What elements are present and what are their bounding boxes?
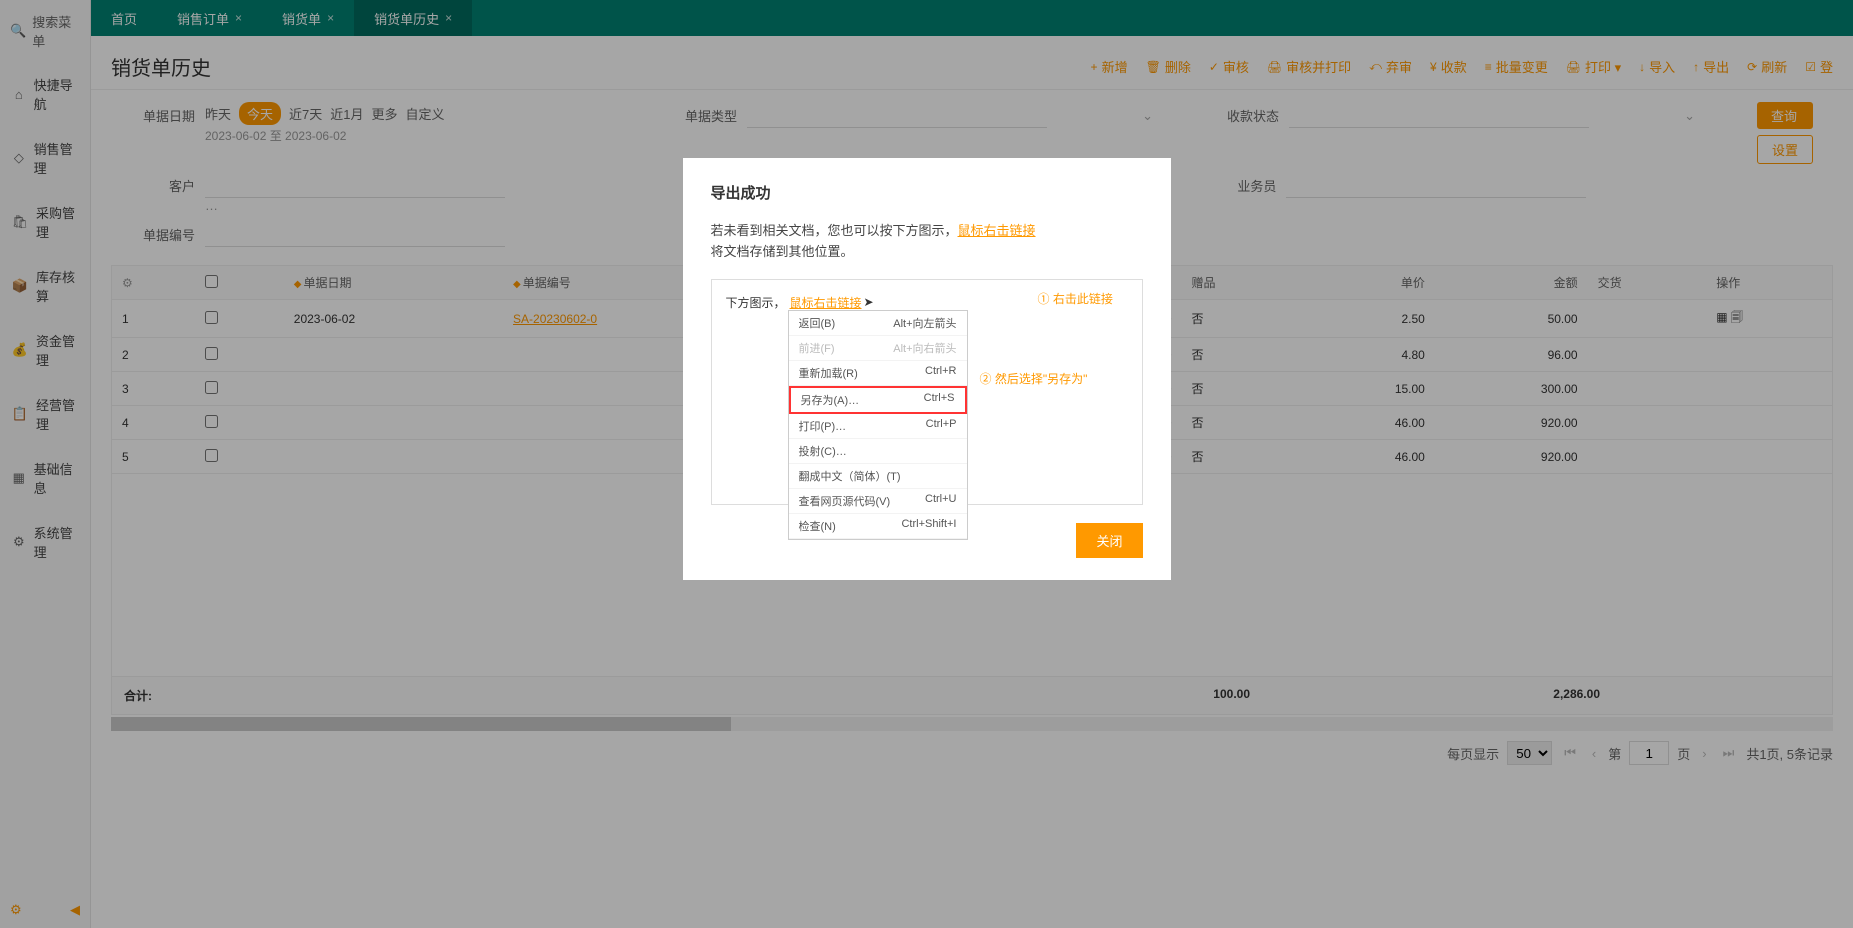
modal-line1a: 若未看到相关文档，您也可以按下方图示， <box>711 223 958 238</box>
modal-illustration: 下方图示， 鼠标右击链接 ➤ ① 右击此链接 返回(B)Alt+向左箭头前进(F… <box>711 279 1143 505</box>
context-menu-illustration: 返回(B)Alt+向左箭头前进(F)Alt+向右箭头重新加载(R)Ctrl+R另… <box>788 310 968 540</box>
ctx-item: 查看网页源代码(V)Ctrl+U <box>789 489 967 514</box>
illus-bubble1: ① 右击此链接 <box>1038 290 1113 307</box>
ctx-item: 重新加载(R)Ctrl+R <box>789 361 967 386</box>
ctx-item: 投射(C)… <box>789 439 967 464</box>
ctx-item: 返回(B)Alt+向左箭头 <box>789 311 967 336</box>
illus-bubble2: ② 然后选择"另存为" <box>980 370 1088 387</box>
illus-prefix: 下方图示， <box>726 294 786 311</box>
ctx-item: 另存为(A)…Ctrl+S <box>789 386 967 414</box>
export-success-modal: 导出成功 若未看到相关文档，您也可以按下方图示，鼠标右击链接 将文档存储到其他位… <box>683 158 1171 580</box>
ctx-item: 检查(N)Ctrl+Shift+I <box>789 514 967 539</box>
close-button[interactable]: 关闭 <box>1076 523 1142 558</box>
ctx-item: 前进(F)Alt+向右箭头 <box>789 336 967 361</box>
cursor-icon: ➤ <box>864 295 874 309</box>
ctx-item: 翻成中文（简体）(T) <box>789 464 967 489</box>
ctx-item: 打印(P)…Ctrl+P <box>789 414 967 439</box>
modal-title: 导出成功 <box>711 182 1143 203</box>
modal-overlay: 导出成功 若未看到相关文档，您也可以按下方图示，鼠标右击链接 将文档存储到其他位… <box>0 0 1853 928</box>
illus-link: 鼠标右击链接 <box>790 294 862 311</box>
modal-right-click-link[interactable]: 鼠标右击链接 <box>958 223 1036 238</box>
modal-line2: 将文档存储到其他位置。 <box>711 242 1143 263</box>
